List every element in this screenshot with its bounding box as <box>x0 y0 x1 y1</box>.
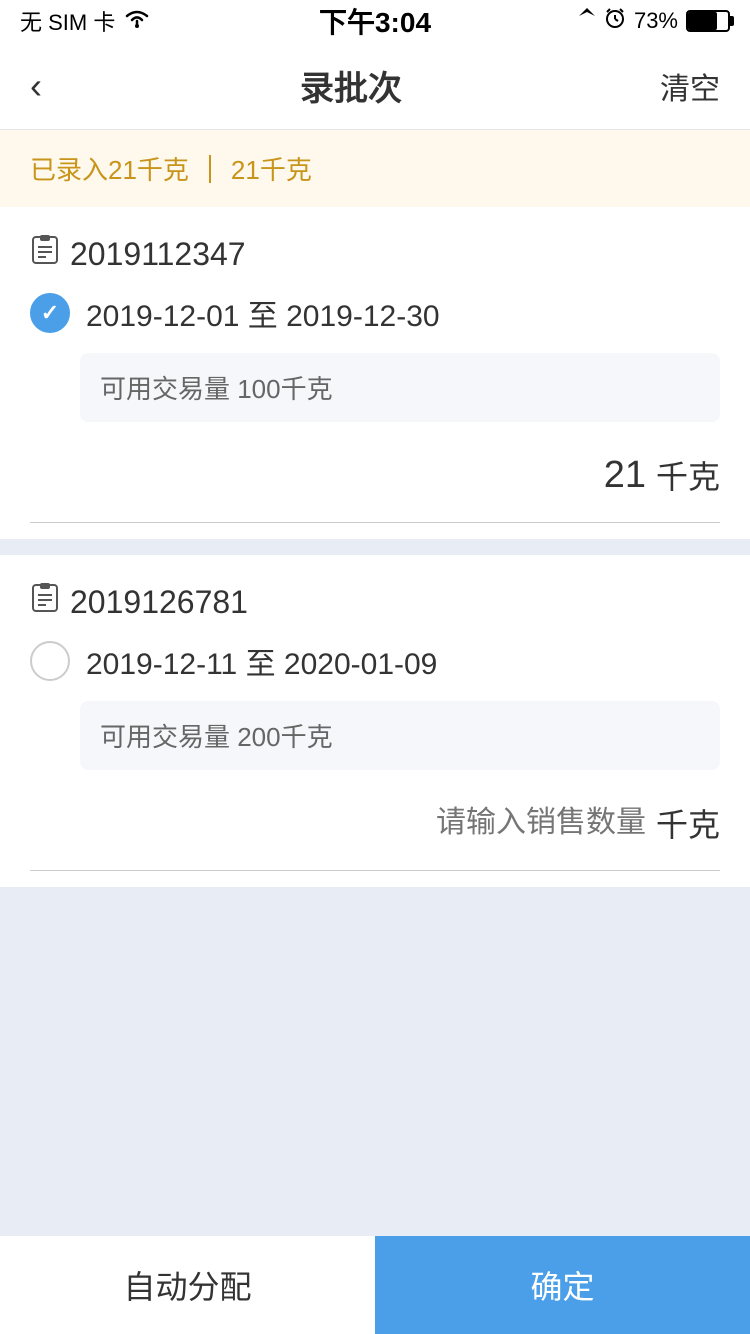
batch-2-amount-row: 千克 <box>0 790 750 870</box>
page-title: 录批次 <box>300 61 402 110</box>
batch-1-header: 2019112347 <box>0 207 750 283</box>
info-divider <box>209 155 211 183</box>
batch-1-amount-row: 千克 <box>0 442 750 522</box>
batch-2-date-row[interactable]: 2019-12-11 至 2020-01-09 <box>0 631 750 693</box>
batch-card-2: 2019126781 2019-12-11 至 2020-01-09 可用交易量… <box>0 555 750 887</box>
batch-1-unit: 千克 <box>656 452 720 498</box>
battery-icon <box>686 10 730 32</box>
status-time: 下午3:04 <box>319 1 431 41</box>
status-bar: 无 SIM 卡 下午3:04 73% <box>0 0 750 42</box>
recorded-label: 已录入21千克 <box>30 150 189 187</box>
batch-2-header: 2019126781 <box>0 555 750 631</box>
batch-1-amount-input[interactable] <box>526 454 646 497</box>
batch-1-avail-text: 可用交易量 100千克 <box>100 374 333 404</box>
carrier-text: 无 SIM 卡 <box>20 5 115 37</box>
status-left: 无 SIM 卡 <box>20 5 151 37</box>
batch-1-avail: 可用交易量 100千克 <box>80 353 720 422</box>
batch-2-id: 2019126781 <box>70 584 248 621</box>
info-banner: 已录入21千克 21千克 <box>0 130 750 207</box>
batch-2-unit: 千克 <box>656 800 720 846</box>
confirm-button[interactable]: 确定 <box>375 1236 750 1334</box>
batch-1-id: 2019112347 <box>70 236 246 273</box>
battery-fill <box>688 12 717 30</box>
batch-2-avail: 可用交易量 200千克 <box>80 701 720 770</box>
batch-card-1: 2019112347 2019-12-01 至 2019-12-30 可用交易量… <box>0 207 750 539</box>
section-divider <box>0 539 750 555</box>
batch-2-amount-input[interactable] <box>346 806 646 840</box>
batch-1-icon <box>30 235 60 273</box>
location-icon <box>578 7 596 35</box>
info-amount: 21千克 <box>231 150 312 187</box>
batch-1-date: 2019-12-01 至 2019-12-30 <box>86 291 440 335</box>
auto-distribute-button[interactable]: 自动分配 <box>0 1236 375 1334</box>
batch-1-radio[interactable] <box>30 293 70 333</box>
nav-bar: ‹ 录批次 清空 <box>0 42 750 130</box>
battery-percent: 73% <box>634 8 678 34</box>
alarm-icon <box>604 7 626 35</box>
clear-button[interactable]: 清空 <box>660 64 720 108</box>
back-button[interactable]: ‹ <box>30 65 42 107</box>
wifi-icon <box>123 7 151 35</box>
batch-2-avail-text: 可用交易量 200千克 <box>100 722 333 752</box>
batch-2-date: 2019-12-11 至 2020-01-09 <box>86 639 437 683</box>
batch-2-icon <box>30 583 60 621</box>
batch-2-radio[interactable] <box>30 641 70 681</box>
status-right: 73% <box>578 7 730 35</box>
batch-1-date-row[interactable]: 2019-12-01 至 2019-12-30 <box>0 283 750 345</box>
bottom-buttons: 自动分配 确定 <box>0 1236 750 1334</box>
